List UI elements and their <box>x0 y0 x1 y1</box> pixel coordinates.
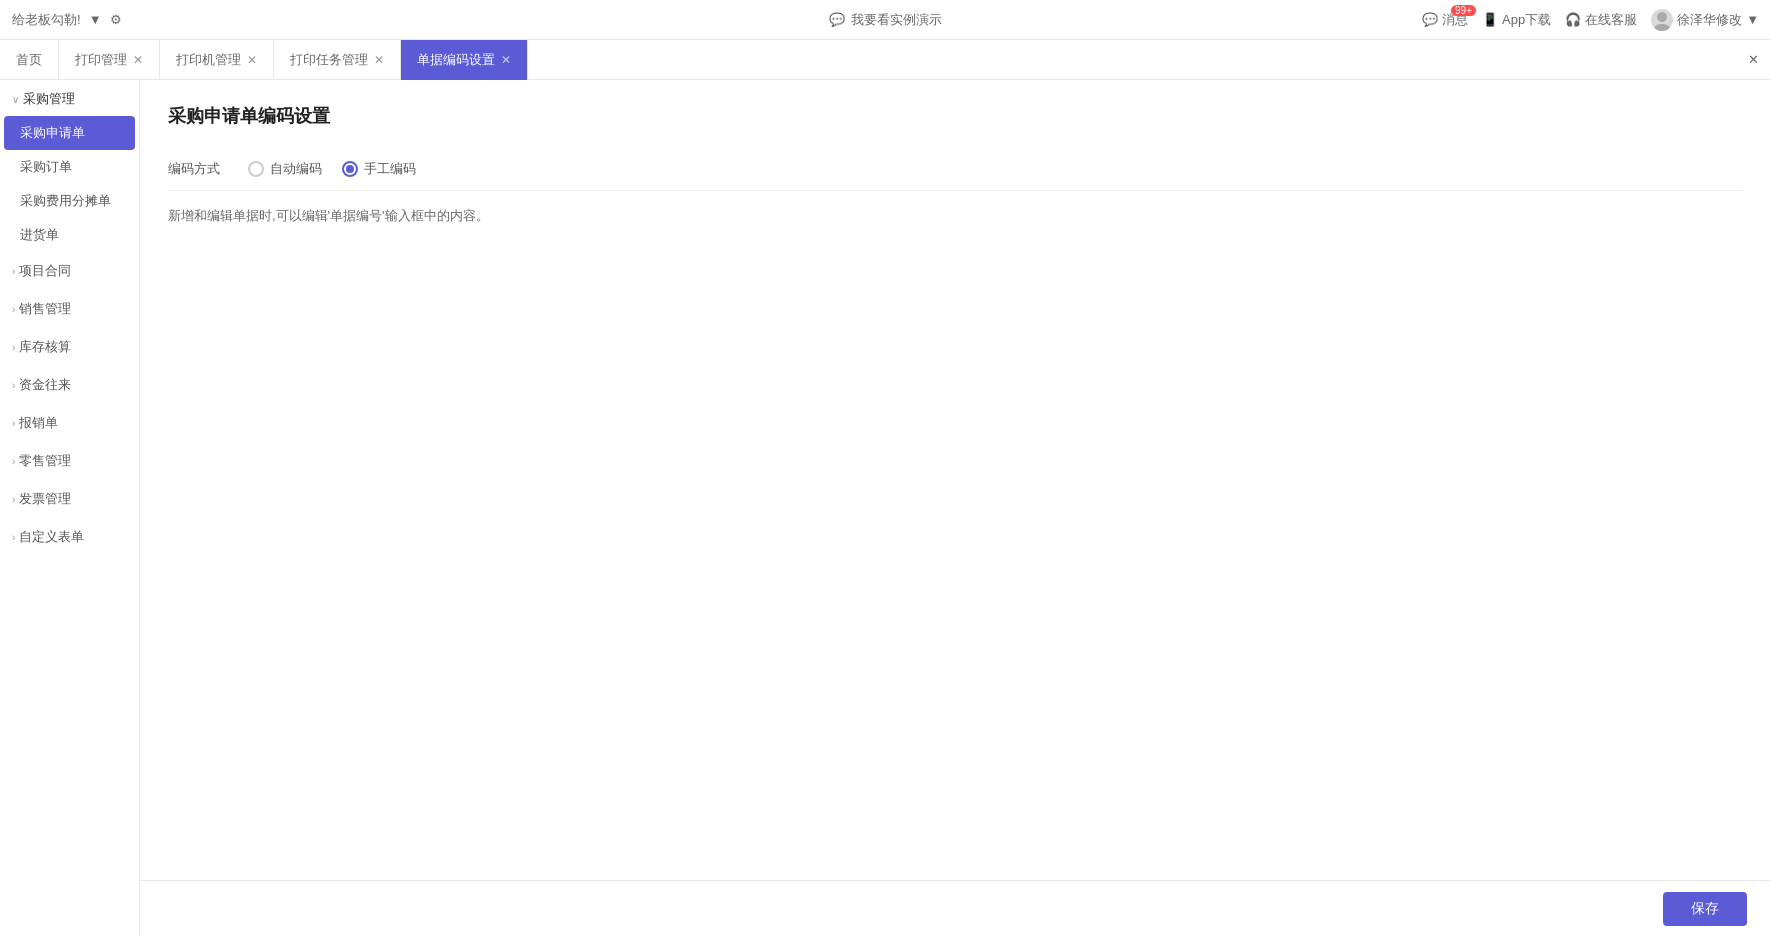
tab-print-task-mgmt[interactable]: 打印任务管理 ✕ <box>274 40 401 80</box>
radio-group: 自动编码 手工编码 <box>248 160 416 178</box>
sidebar-item-custom-form[interactable]: › 自定义表单 <box>0 518 139 556</box>
center-text[interactable]: 我要看实例演示 <box>851 11 942 29</box>
app-download-label: App下载 <box>1502 11 1551 29</box>
purchase-arrow-icon: ∨ <box>12 94 19 105</box>
project-contract-arrow-icon: › <box>12 266 15 277</box>
sales-arrow-icon: › <box>12 304 15 315</box>
sidebar-group-purchase: ∨ 采购管理 采购申请单 采购订单 采购费用分摊单 进货单 <box>0 80 139 252</box>
capital-arrow-icon: › <box>12 380 15 391</box>
tabs-close-all[interactable]: ✕ <box>1736 52 1771 67</box>
online-service-button[interactable]: 🎧 在线客服 <box>1565 11 1637 29</box>
online-service-label: 在线客服 <box>1585 11 1637 29</box>
message-button[interactable]: 💬 消息 99+ <box>1422 11 1468 29</box>
tab-single-doc-code[interactable]: 单据编码设置 ✕ <box>401 40 528 80</box>
app-icon: 📱 <box>1482 12 1498 27</box>
tab-printer-mgmt[interactable]: 打印机管理 ✕ <box>160 40 274 80</box>
avatar <box>1651 9 1673 31</box>
service-icon: 🎧 <box>1565 12 1581 27</box>
content-inner: 采购申请单编码设置 编码方式 自动编码 手工编码 新增和编辑单据时,可以编辑'单… <box>140 80 1771 880</box>
sidebar-group-purchase-title[interactable]: ∨ 采购管理 <box>0 80 139 116</box>
tab-home[interactable]: 首页 <box>0 40 59 80</box>
radio-auto-circle <box>248 161 264 177</box>
encoding-label: 编码方式 <box>168 160 228 178</box>
page-title: 采购申请单编码设置 <box>168 104 1743 128</box>
inventory-arrow-icon: › <box>12 342 15 353</box>
content-footer: 保存 <box>140 880 1771 936</box>
sidebar: ∨ 采购管理 采购申请单 采购订单 采购费用分摊单 进货单 › 项目合同 › 销… <box>0 80 140 936</box>
sidebar-item-purchase-expense[interactable]: 采购费用分摊单 <box>0 184 139 218</box>
sidebar-item-purchase-request[interactable]: 采购申请单 <box>4 116 135 150</box>
tab-print-mgmt[interactable]: 打印管理 ✕ <box>59 40 160 80</box>
message-badge: 99+ <box>1451 5 1476 16</box>
message-icon: 💬 <box>1422 12 1438 27</box>
save-button[interactable]: 保存 <box>1663 892 1747 926</box>
encoding-row: 编码方式 自动编码 手工编码 <box>168 148 1743 191</box>
custom-form-arrow-icon: › <box>12 532 15 543</box>
radio-manual-circle <box>342 161 358 177</box>
user-name: 徐泽华修改 <box>1677 11 1742 29</box>
top-bar-left: 给老板勾勒! ▼ ⚙ <box>12 11 122 29</box>
tabs-bar: 首页 打印管理 ✕ 打印机管理 ✕ 打印任务管理 ✕ 单据编码设置 ✕ ✕ <box>0 40 1771 80</box>
content-area: 采购申请单编码设置 编码方式 自动编码 手工编码 新增和编辑单据时,可以编辑'单… <box>140 80 1771 936</box>
sidebar-item-returns[interactable]: › 报销单 <box>0 404 139 442</box>
top-bar: 给老板勾勒! ▼ ⚙ 💬 我要看实例演示 💬 消息 99+ 📱 App下载 🎧 … <box>0 0 1771 40</box>
sidebar-item-inventory[interactable]: › 库存核算 <box>0 328 139 366</box>
radio-auto-label: 自动编码 <box>270 160 322 178</box>
retail-arrow-icon: › <box>12 456 15 467</box>
tab-close-print-task[interactable]: ✕ <box>374 53 384 67</box>
radio-manual-encoding[interactable]: 手工编码 <box>342 160 416 178</box>
sidebar-item-stock-in[interactable]: 进货单 <box>0 218 139 252</box>
sidebar-item-sales-mgmt[interactable]: › 销售管理 <box>0 290 139 328</box>
demo-icon: 💬 <box>829 12 845 27</box>
tab-close-printer-mgmt[interactable]: ✕ <box>247 53 257 67</box>
radio-auto-encoding[interactable]: 自动编码 <box>248 160 322 178</box>
tab-close-single-doc[interactable]: ✕ <box>501 53 511 67</box>
sidebar-item-capital[interactable]: › 资金往来 <box>0 366 139 404</box>
top-bar-center: 💬 我要看实例演示 <box>829 11 942 29</box>
sidebar-item-purchase-order[interactable]: 采购订单 <box>0 150 139 184</box>
svg-point-0 <box>1657 12 1667 22</box>
dropdown-icon[interactable]: ▼ <box>89 12 102 27</box>
user-dropdown-icon: ▼ <box>1746 12 1759 27</box>
main-layout: ∨ 采购管理 采购申请单 采购订单 采购费用分摊单 进货单 › 项目合同 › 销… <box>0 80 1771 936</box>
sidebar-item-invoice-mgmt[interactable]: › 发票管理 <box>0 480 139 518</box>
app-download-button[interactable]: 📱 App下载 <box>1482 11 1551 29</box>
invoice-arrow-icon: › <box>12 494 15 505</box>
hint-text: 新增和编辑单据时,可以编辑'单据编号'输入框中的内容。 <box>168 207 1743 225</box>
tab-close-print-mgmt[interactable]: ✕ <box>133 53 143 67</box>
svg-point-1 <box>1654 24 1670 31</box>
returns-arrow-icon: › <box>12 418 15 429</box>
sidebar-item-project-contract[interactable]: › 项目合同 <box>0 252 139 290</box>
radio-manual-label: 手工编码 <box>364 160 416 178</box>
logo-text: 给老板勾勒! <box>12 11 81 29</box>
top-bar-right: 💬 消息 99+ 📱 App下载 🎧 在线客服 徐泽华修改 ▼ <box>1422 9 1759 31</box>
sidebar-item-retail-mgmt[interactable]: › 零售管理 <box>0 442 139 480</box>
settings-icon[interactable]: ⚙ <box>110 12 122 27</box>
user-area[interactable]: 徐泽华修改 ▼ <box>1651 9 1759 31</box>
